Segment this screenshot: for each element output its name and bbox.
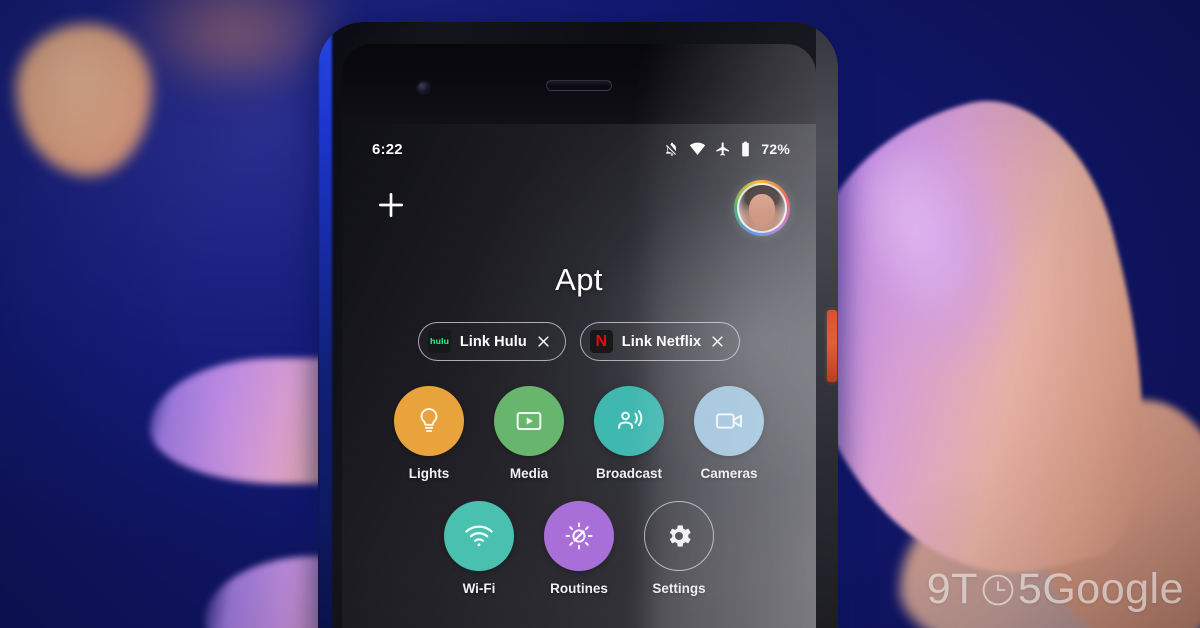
tile-wifi[interactable]: Wi-Fi bbox=[444, 501, 514, 596]
lightbulb-icon bbox=[420, 408, 438, 432]
tile-circle bbox=[494, 386, 564, 456]
tile-broadcast[interactable]: Broadcast bbox=[594, 386, 664, 481]
chip-label: Link Netflix bbox=[621, 333, 702, 350]
page-title: Apt bbox=[555, 262, 603, 297]
tile-circle bbox=[694, 386, 764, 456]
tile-circle bbox=[394, 386, 464, 456]
status-time: 6:22 bbox=[372, 140, 403, 158]
tile-cameras[interactable]: Cameras bbox=[694, 386, 764, 481]
tile-settings[interactable]: Settings bbox=[644, 501, 714, 596]
tile-label: Broadcast bbox=[595, 466, 663, 481]
tile-label: Media bbox=[509, 466, 549, 481]
video-camera-icon bbox=[716, 413, 742, 429]
battery-percent: 72% bbox=[761, 141, 790, 157]
tile-media[interactable]: Media bbox=[494, 386, 564, 481]
earpiece-speaker bbox=[546, 80, 612, 91]
chip-link-hulu[interactable]: hulu Link Hulu bbox=[417, 322, 566, 361]
close-icon[interactable] bbox=[710, 334, 725, 349]
phone-screen: 6:22 72% Apt hulu Link Hulu N Link Netfl… bbox=[342, 44, 816, 628]
phone-device: 6:22 72% Apt hulu Link Hulu N Link Netfl… bbox=[318, 22, 838, 628]
bokeh-glow bbox=[130, 0, 340, 80]
tile-label: Cameras bbox=[700, 466, 758, 481]
scene: 6:22 72% Apt hulu Link Hulu N Link Netfl… bbox=[0, 0, 1200, 628]
status-icons: 72% bbox=[664, 141, 790, 157]
top-bezel bbox=[342, 44, 816, 124]
notifications-off-icon bbox=[666, 142, 677, 156]
routines-sun-icon bbox=[565, 522, 593, 550]
tile-routines[interactable]: Routines bbox=[544, 501, 614, 596]
wifi-icon bbox=[465, 525, 493, 547]
chip-link-netflix[interactable]: N Link Netflix bbox=[579, 322, 741, 361]
tile-circle bbox=[594, 386, 664, 456]
battery-icon bbox=[742, 141, 750, 157]
close-icon[interactable] bbox=[536, 334, 551, 349]
avatar[interactable] bbox=[734, 180, 790, 236]
tile-circle bbox=[644, 501, 714, 571]
airplane-mode-icon bbox=[716, 142, 730, 156]
chip-label: Link Hulu bbox=[459, 333, 527, 350]
tile-label: Settings bbox=[652, 581, 706, 596]
tile-label: Routines bbox=[550, 581, 608, 596]
media-play-icon bbox=[516, 412, 542, 430]
broadcast-icon bbox=[618, 410, 643, 429]
avatar-face bbox=[749, 193, 775, 224]
gear-icon bbox=[669, 525, 691, 547]
tile-label: Lights bbox=[408, 466, 450, 481]
netflix-logo: N bbox=[589, 330, 613, 353]
google-home-app: 6:22 72% Apt hulu Link Hulu N Link Netfl… bbox=[342, 124, 816, 628]
tile-circle bbox=[544, 501, 614, 571]
link-chips: hulu Link Hulu N Link Netflix bbox=[342, 322, 816, 361]
tile-label: Wi-Fi bbox=[462, 581, 496, 596]
plus-icon[interactable] bbox=[374, 188, 408, 222]
power-button[interactable] bbox=[827, 310, 837, 382]
tile-circle bbox=[444, 501, 514, 571]
shortcut-tiles: Lights Media Broadcast Cameras Wi-Fi Rou… bbox=[342, 386, 816, 616]
avatar-photo bbox=[737, 183, 787, 233]
tile-lights[interactable]: Lights bbox=[394, 386, 464, 481]
bokeh-blob bbox=[16, 24, 152, 176]
tile-row-2: Wi-Fi Routines Settings bbox=[342, 501, 816, 596]
wifi-icon bbox=[690, 142, 706, 155]
status-bar: 6:22 72% bbox=[342, 136, 816, 162]
hulu-logo: hulu bbox=[427, 330, 451, 353]
tile-row-1: Lights Media Broadcast Cameras bbox=[342, 386, 816, 481]
phone-left-edge bbox=[318, 22, 332, 628]
app-header bbox=[342, 176, 816, 240]
front-camera-icon bbox=[418, 82, 429, 93]
